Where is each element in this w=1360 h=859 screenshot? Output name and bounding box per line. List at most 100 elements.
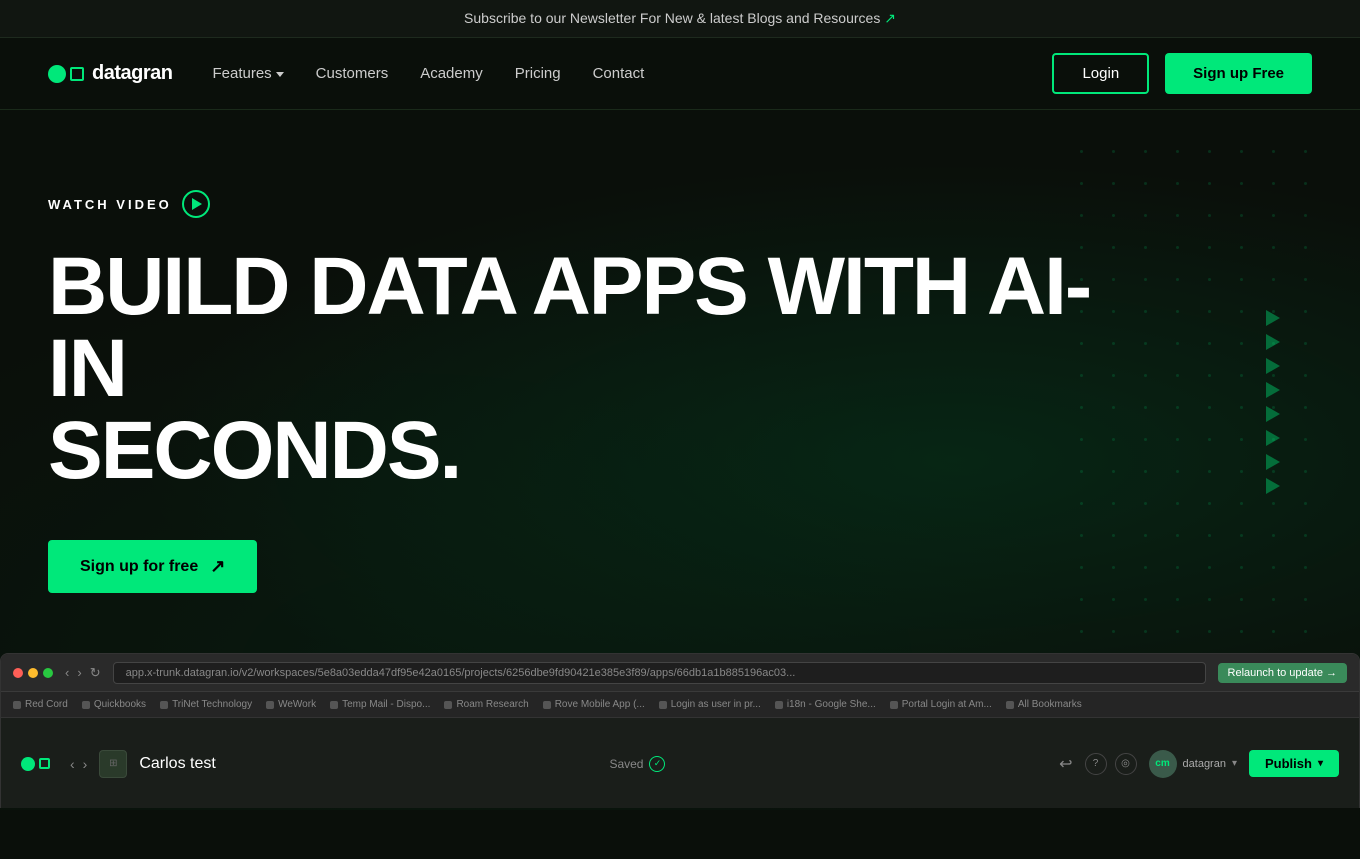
publish-button[interactable]: Publish ▾ — [1249, 750, 1339, 777]
arrow-shape-7 — [1266, 454, 1280, 470]
watch-video-label: WATCH VIDEO — [48, 197, 172, 212]
publish-label: Publish — [1265, 756, 1312, 771]
browser-forward-icon[interactable]: › — [77, 665, 81, 680]
browser-mockup-container: ‹ › ↻ app.x-trunk.datagran.io/v2/workspa… — [0, 653, 1360, 808]
app-saved-status: Saved ✓ — [609, 756, 665, 772]
app-icon: ⊞ — [99, 750, 127, 778]
navbar: datagran Features Customers Academy Pric… — [0, 38, 1360, 110]
logo-square — [70, 67, 84, 81]
play-button[interactable] — [182, 190, 210, 218]
undo-icon[interactable]: ↩ — [1059, 754, 1072, 774]
hero-cta-arrow: ↗ — [210, 556, 225, 577]
hero-title-line2: SECONDS. — [48, 405, 460, 496]
eye-icon[interactable]: ◎ — [1115, 753, 1137, 775]
hero-title-line1: BUILD DATA APPS WITH AI-IN — [48, 241, 1090, 414]
bookmark-icon — [1006, 701, 1014, 709]
bookmark-item[interactable]: Rove Mobile App (... — [543, 699, 645, 710]
hero-cta-button[interactable]: Sign up for free ↗ — [48, 540, 257, 593]
bookmark-icon — [82, 701, 90, 709]
browser-reload-icon[interactable]: ↻ — [90, 665, 101, 681]
bookmark-item[interactable]: i18n - Google She... — [775, 699, 876, 710]
browser-maximize-dot — [43, 668, 53, 678]
bookmark-icon — [13, 701, 21, 709]
nav-item-pricing[interactable]: Pricing — [515, 65, 561, 83]
bookmark-item[interactable]: All Bookmarks — [1006, 699, 1082, 710]
help-icons: ? ◎ — [1085, 753, 1137, 775]
arrow-shape-1 — [1266, 310, 1280, 326]
publish-chevron-icon: ▾ — [1318, 758, 1323, 769]
browser-minimize-dot — [28, 668, 38, 678]
bookmark-item[interactable]: Login as user in pr... — [659, 699, 761, 710]
browser-address-bar[interactable]: app.x-trunk.datagran.io/v2/workspaces/5e… — [113, 662, 1206, 684]
hero-title: BUILD DATA APPS WITH AI-IN SECONDS. — [48, 246, 1148, 492]
logo-icon — [48, 65, 84, 83]
bookmark-icon — [890, 701, 898, 709]
app-content-bar: ‹ › ⊞ Carlos test Saved ✓ ↩ ? — [70, 750, 1339, 778]
avatar-initials: cm — [1155, 758, 1169, 769]
bookmark-icon — [543, 701, 551, 709]
bookmark-item[interactable]: WeWork — [266, 699, 316, 710]
app-right-actions: ↩ ? ◎ cm datagran ▾ — [1059, 750, 1339, 778]
nav-item-customers[interactable]: Customers — [316, 65, 389, 83]
bookmark-item[interactable]: Red Cord — [13, 699, 68, 710]
avatar: cm — [1149, 750, 1177, 778]
arrow-shape-6 — [1266, 430, 1280, 446]
bookmark-item[interactable]: Portal Login at Am... — [890, 699, 992, 710]
banner-text: Subscribe to our Newsletter For New & la… — [464, 10, 880, 26]
bookmark-item[interactable]: Temp Mail - Dispo... — [330, 699, 430, 710]
watch-video-row[interactable]: WATCH VIDEO — [48, 190, 1312, 218]
browser-content: ‹ › ⊞ Carlos test Saved ✓ ↩ ? — [1, 718, 1359, 808]
nav-right: Login Sign up Free — [1052, 53, 1312, 94]
academy-link[interactable]: Academy — [420, 65, 483, 82]
app-logo-small — [21, 757, 50, 771]
nav-item-contact[interactable]: Contact — [593, 65, 645, 83]
signup-button[interactable]: Sign up Free — [1165, 53, 1312, 94]
logo-circle — [48, 65, 66, 83]
bookmark-icon — [266, 701, 274, 709]
browser-chrome: ‹ › ↻ app.x-trunk.datagran.io/v2/workspa… — [1, 654, 1359, 692]
browser-relaunch-button[interactable]: Relaunch to update → — [1218, 663, 1347, 683]
logo-text: datagran — [92, 62, 172, 85]
features-dropdown[interactable]: Features — [212, 65, 283, 82]
logo[interactable]: datagran — [48, 62, 172, 85]
app-title: Carlos test — [139, 755, 215, 773]
user-name: datagran — [1183, 758, 1226, 770]
app-forward-icon[interactable]: › — [83, 756, 88, 772]
app-title-bar: ‹ › ⊞ Carlos test — [70, 750, 216, 778]
login-button[interactable]: Login — [1052, 53, 1149, 94]
user-menu[interactable]: cm datagran ▾ — [1149, 750, 1237, 778]
pricing-link[interactable]: Pricing — [515, 65, 561, 82]
app-nav-arrows: ‹ › — [70, 756, 87, 772]
customers-link[interactable]: Customers — [316, 65, 389, 82]
contact-link[interactable]: Contact — [593, 65, 645, 82]
browser-back-icon[interactable]: ‹ — [65, 665, 69, 680]
browser-close-dot — [13, 668, 23, 678]
chevron-down-icon — [276, 72, 284, 77]
nav-left: datagran Features Customers Academy Pric… — [48, 62, 644, 85]
arrow-shapes-decoration — [1266, 310, 1280, 494]
top-banner: Subscribe to our Newsletter For New & la… — [0, 0, 1360, 38]
bookmark-icon — [775, 701, 783, 709]
app-logo-circle — [21, 757, 35, 771]
arrow-shape-4 — [1266, 382, 1280, 398]
bookmarks-bar: Red Cord Quickbooks TriNet Technology We… — [1, 692, 1359, 718]
nav-links: Features Customers Academy Pricing Conta… — [212, 65, 644, 83]
arrow-shape-5 — [1266, 406, 1280, 422]
bookmark-icon — [160, 701, 168, 709]
app-logo-square — [39, 758, 50, 769]
user-menu-chevron: ▾ — [1232, 758, 1237, 769]
browser-nav-icons: ‹ › ↻ — [65, 665, 101, 681]
nav-item-features[interactable]: Features — [212, 65, 283, 82]
bookmark-item[interactable]: TriNet Technology — [160, 699, 252, 710]
bookmark-icon — [444, 701, 452, 709]
nav-item-academy[interactable]: Academy — [420, 65, 483, 83]
app-back-icon[interactable]: ‹ — [70, 756, 75, 772]
bookmark-item[interactable]: Roam Research — [444, 699, 528, 710]
hero-cta-label: Sign up for free — [80, 558, 198, 576]
browser-mockup: ‹ › ↻ app.x-trunk.datagran.io/v2/workspa… — [0, 653, 1360, 808]
saved-label: Saved — [609, 757, 643, 771]
arrow-shape-3 — [1266, 358, 1280, 374]
arrow-shape-8 — [1266, 478, 1280, 494]
question-icon[interactable]: ? — [1085, 753, 1107, 775]
bookmark-item[interactable]: Quickbooks — [82, 699, 146, 710]
